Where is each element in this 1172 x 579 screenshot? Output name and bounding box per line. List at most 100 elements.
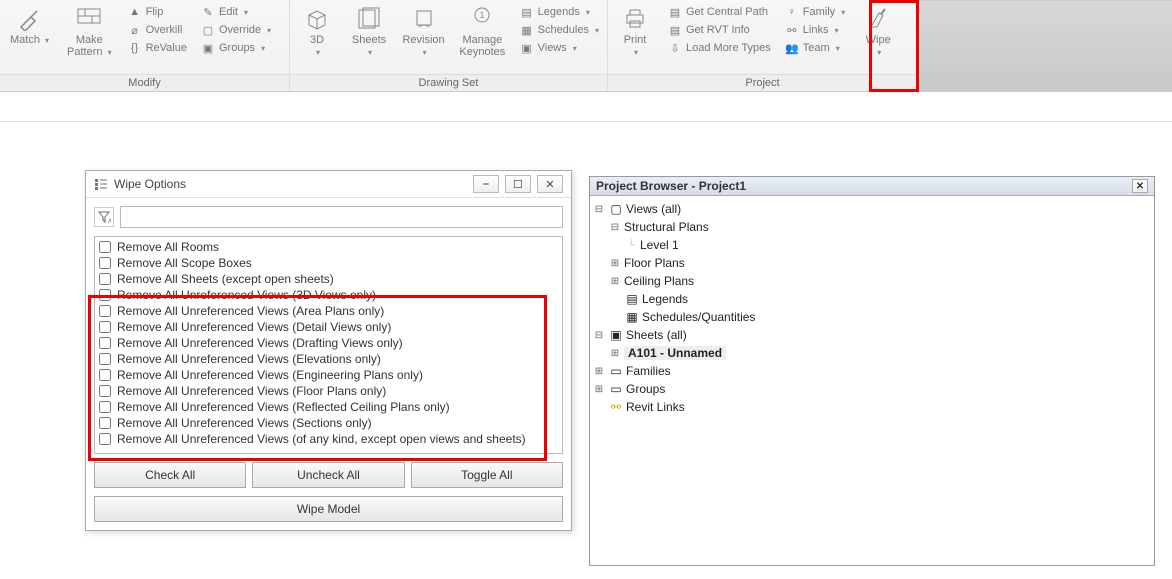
revision-icon: [410, 4, 438, 32]
list-item[interactable]: Remove All Scope Boxes: [97, 255, 560, 271]
list-item[interactable]: Remove All Unreferenced Views (Elevation…: [97, 351, 560, 367]
pencil-icon: ✎: [201, 5, 215, 19]
tree-node[interactable]: Structural Plans: [624, 220, 709, 234]
list-item-checkbox[interactable]: [99, 257, 111, 269]
check-all-button[interactable]: Check All: [94, 462, 246, 488]
edit-button[interactable]: ✎Edit▾: [197, 4, 275, 20]
links-button[interactable]: ⚯Links▾: [781, 22, 849, 38]
list-item-checkbox[interactable]: [99, 385, 111, 397]
list-item[interactable]: Remove All Unreferenced Views (Sections …: [97, 415, 560, 431]
project-browser-tree[interactable]: ⊟▢Views (all) ⊟Structural Plans └Level 1…: [590, 196, 1154, 565]
tree-node[interactable]: Floor Plans: [624, 256, 685, 270]
expander[interactable]: ⊟: [592, 330, 606, 341]
list-item[interactable]: Remove All Rooms: [97, 239, 560, 255]
wipe-model-button[interactable]: Wipe Model: [94, 496, 563, 522]
list-item[interactable]: Remove All Unreferenced Views (Detail Vi…: [97, 319, 560, 335]
dialog-close-button[interactable]: ✕: [537, 175, 563, 193]
sheets-button[interactable]: Sheets▾: [346, 2, 392, 61]
project-browser-panel: Project Browser - Project1 ✕ ⊟▢Views (al…: [589, 176, 1155, 566]
filter-input[interactable]: [120, 206, 563, 228]
ribbon-group-drawing-set: 3D▾ Sheets▾ Revision▾ 1 ManageKeynotes: [290, 0, 608, 91]
list-item[interactable]: Remove All Unreferenced Views (3D Views …: [97, 287, 560, 303]
path-icon: ▤: [668, 5, 682, 19]
list-item-checkbox[interactable]: [99, 433, 111, 445]
manage-keynotes-button[interactable]: 1 ManageKeynotes: [455, 2, 510, 60]
list-item-checkbox[interactable]: [99, 369, 111, 381]
overkill-button[interactable]: ⌀Overkill: [124, 22, 191, 38]
tree-node[interactable]: Sheets (all): [626, 328, 687, 342]
families-tree-icon: ▭: [608, 364, 624, 378]
project-browser-title-text: Project Browser - Project1: [596, 179, 746, 193]
expander[interactable]: ⊞: [592, 366, 606, 377]
dialog-min-button[interactable]: ⎯: [473, 175, 499, 193]
svg-text:1: 1: [480, 10, 485, 20]
list-item-checkbox[interactable]: [99, 289, 111, 301]
revision-button[interactable]: Revision▾: [398, 2, 449, 61]
list-item-label: Remove All Unreferenced Views (of any ki…: [117, 432, 526, 446]
project-browser-titlebar[interactable]: Project Browser - Project1 ✕: [590, 177, 1154, 196]
tree-node-selected[interactable]: A101 - Unnamed: [624, 346, 726, 360]
expander[interactable]: ⊞: [608, 258, 622, 269]
tree-node[interactable]: Views (all): [626, 202, 681, 216]
list-item[interactable]: Remove All Unreferenced Views (Reflected…: [97, 399, 560, 415]
tree-node[interactable]: Legends: [642, 292, 688, 306]
dialog-titlebar[interactable]: Wipe Options ⎯ ☐ ✕: [86, 171, 571, 198]
revalue-button[interactable]: {}ReValue: [124, 40, 191, 56]
list-item[interactable]: Remove All Unreferenced Views (of any ki…: [97, 431, 560, 447]
views-button[interactable]: ▣Views▾: [516, 40, 603, 56]
list-item-checkbox[interactable]: [99, 273, 111, 285]
team-button[interactable]: 👥Team▾: [781, 40, 849, 56]
list-item-checkbox[interactable]: [99, 241, 111, 253]
tree-node[interactable]: Groups: [626, 382, 665, 396]
expander[interactable]: ⊞: [608, 276, 622, 287]
override-button[interactable]: ▢Override▾: [197, 22, 275, 38]
groups-button[interactable]: ▣Groups▾: [197, 40, 275, 56]
project-browser-close-button[interactable]: ✕: [1132, 179, 1148, 193]
list-item-checkbox[interactable]: [99, 305, 111, 317]
tree-node[interactable]: Level 1: [640, 238, 679, 252]
list-item[interactable]: Remove All Unreferenced Views (Floor Pla…: [97, 383, 560, 399]
three-d-button[interactable]: 3D▾: [294, 2, 340, 61]
override-icon: ▢: [201, 23, 215, 37]
list-item-checkbox[interactable]: [99, 337, 111, 349]
list-item-label: Remove All Unreferenced Views (Sections …: [117, 416, 372, 430]
get-central-path-button[interactable]: ▤Get Central Path: [664, 4, 775, 20]
flip-icon: ▲: [128, 5, 142, 19]
toggle-all-button[interactable]: Toggle All: [411, 462, 563, 488]
load-icon: ⇩: [668, 41, 682, 55]
print-button[interactable]: Print▾: [612, 2, 658, 61]
expander[interactable]: ⊟: [592, 204, 606, 215]
link-tree-icon: ⚯: [608, 400, 624, 414]
list-item-label: Remove All Unreferenced Views (Detail Vi…: [117, 320, 391, 334]
schedules-button[interactable]: ▦Schedules▾: [516, 22, 603, 38]
dialog-max-button[interactable]: ☐: [505, 175, 531, 193]
expander[interactable]: ⊟: [608, 222, 622, 233]
list-item[interactable]: Remove All Unreferenced Views (Engineeri…: [97, 367, 560, 383]
list-item-checkbox[interactable]: [99, 417, 111, 429]
legend-tree-icon: ▤: [624, 292, 640, 306]
family-icon: ♀: [785, 5, 799, 19]
list-item[interactable]: Remove All Sheets (except open sheets): [97, 271, 560, 287]
options-listbox[interactable]: Remove All RoomsRemove All Scope BoxesRe…: [94, 236, 563, 454]
make-pattern-button[interactable]: MakePattern ▾: [61, 2, 118, 61]
list-item-checkbox[interactable]: [99, 353, 111, 365]
wipe-options-dialog: Wipe Options ⎯ ☐ ✕ AZ Remove All RoomsRe…: [85, 170, 572, 531]
tree-node[interactable]: Families: [626, 364, 671, 378]
load-more-types-button[interactable]: ⇩Load More Types: [664, 40, 775, 56]
flip-button[interactable]: ▲Flip: [124, 4, 191, 20]
list-item-checkbox[interactable]: [99, 401, 111, 413]
list-item[interactable]: Remove All Unreferenced Views (Drafting …: [97, 335, 560, 351]
filter-icon[interactable]: AZ: [94, 207, 114, 227]
get-rvt-info-button[interactable]: ▤Get RVT Info: [664, 22, 775, 38]
expander[interactable]: ⊞: [592, 384, 606, 395]
legends-button[interactable]: ▤Legends▾: [516, 4, 603, 20]
uncheck-all-button[interactable]: Uncheck All: [252, 462, 404, 488]
list-item-checkbox[interactable]: [99, 321, 111, 333]
match-button[interactable]: Match ▾: [4, 2, 55, 49]
family-button[interactable]: ♀Family▾: [781, 4, 849, 20]
list-item[interactable]: Remove All Unreferenced Views (Area Plan…: [97, 303, 560, 319]
tree-node[interactable]: Schedules/Quantities: [642, 310, 755, 324]
expander[interactable]: ⊞: [608, 348, 622, 359]
tree-node[interactable]: Ceiling Plans: [624, 274, 694, 288]
tree-node[interactable]: Revit Links: [626, 400, 685, 414]
